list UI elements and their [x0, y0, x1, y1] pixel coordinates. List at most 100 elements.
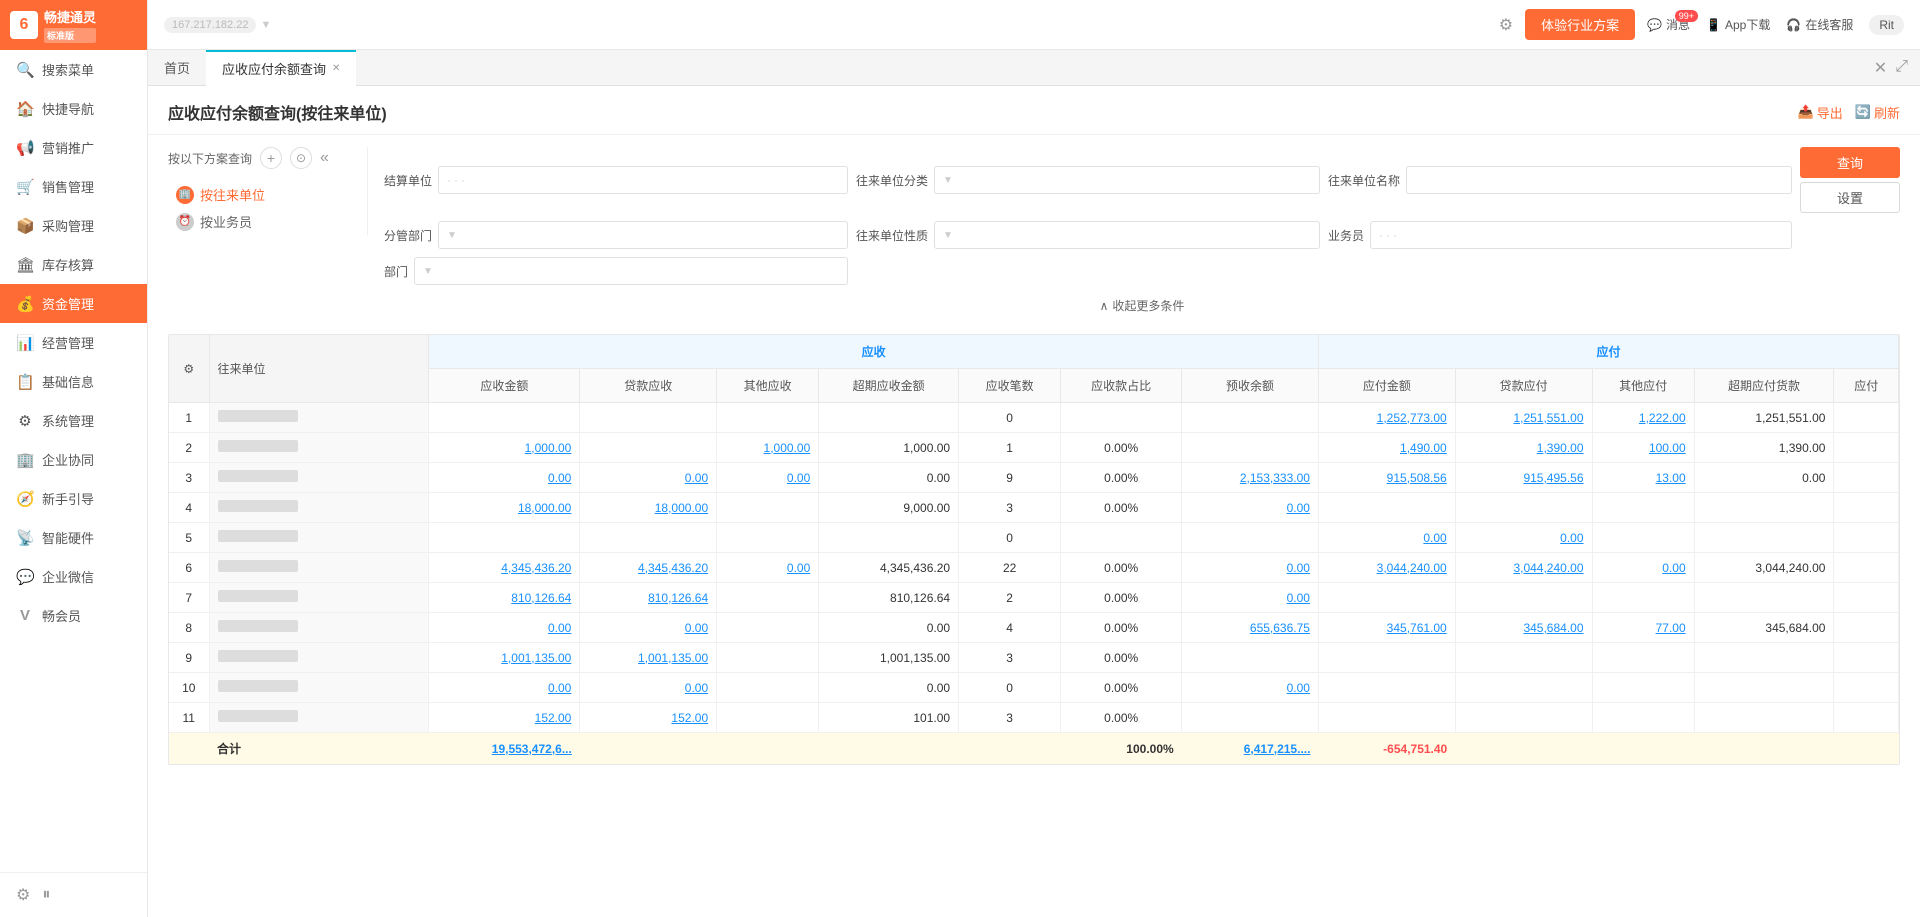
collapse-button[interactable]: ∧ 收起更多条件	[1088, 293, 1197, 318]
table-footer-row: 合计 19,553,472,6... 100.00% 6,417,215....…	[169, 733, 1899, 765]
tab-ar-balance[interactable]: 应收应付余额查询 ✕	[206, 50, 356, 86]
th-other-ap: 其他应付	[1592, 369, 1694, 403]
sidebar-item-enterprise[interactable]: 🏢 企业协同	[0, 440, 147, 479]
filter-target-button[interactable]: ⊙	[290, 147, 312, 169]
sidebar-item-guide[interactable]: 🧭 新手引导	[0, 479, 147, 518]
tabs: 首页 应收应付余额查询 ✕ ✕ ⤢	[148, 50, 1920, 86]
footer-empty	[169, 733, 209, 765]
user-menu[interactable]: Rit	[1869, 18, 1904, 32]
partner-name-cell	[209, 703, 429, 733]
filter-partner-label: 按往来单位	[200, 185, 265, 204]
table-row: 101,252,773.001,251,551.001,222.001,251,…	[169, 403, 1899, 433]
query-button[interactable]: 查询	[1800, 147, 1900, 178]
footer-collapse-icon[interactable]: ⏸	[42, 886, 50, 904]
sidebar-item-label: 销售管理	[42, 177, 94, 196]
messages-badge: 99+	[1675, 10, 1698, 22]
guide-icon: 🧭	[16, 490, 34, 508]
partner-name-cell	[209, 493, 429, 523]
salesman-icon: ⏰	[176, 213, 194, 231]
th-loan-ar: 贷款应收	[580, 369, 717, 403]
purchase-icon: 📦	[16, 217, 34, 235]
sidebar-item-member[interactable]: V 畅会员	[0, 596, 147, 635]
basic-info-icon: 📋	[16, 373, 34, 391]
hardware-icon: 📡	[16, 529, 34, 547]
sidebar-item-system[interactable]: ⚙ 系统管理	[0, 401, 147, 440]
header-gear-icon[interactable]: ⚙	[1499, 15, 1513, 35]
th-ar-amount: 应收金额	[429, 369, 580, 403]
partner-name-cell	[209, 433, 429, 463]
window-expand-icon[interactable]: ⤢	[1895, 58, 1908, 78]
footer-ar-amount[interactable]: 19,553,472,6...	[429, 733, 580, 765]
partner-category-label: 往来单位分类	[856, 172, 928, 189]
th-payable-group: 应付	[1318, 335, 1898, 369]
sidebar-item-operations[interactable]: 📊 经营管理	[0, 323, 147, 362]
filter-bar: 按以下方案查询 + ⊙ «	[168, 147, 355, 169]
filter-add-button[interactable]: +	[260, 147, 282, 169]
search-menu-icon: 🔍	[16, 61, 34, 79]
tab-ar-label: 应收应付余额查询	[222, 59, 326, 78]
sidebar-item-finance[interactable]: 💰 资金管理	[0, 284, 147, 323]
tab-close-icon[interactable]: ✕	[332, 63, 340, 74]
marketing-icon: 📢	[16, 139, 34, 157]
refresh-button[interactable]: 🔄 刷新	[1855, 103, 1900, 122]
messages-btn[interactable]: 💬 消息 99+	[1647, 16, 1690, 33]
dept-field: 部门 ▼	[384, 257, 848, 285]
partner-category-select[interactable]: ▼	[934, 166, 1320, 194]
partner-nature-select[interactable]: ▼	[934, 221, 1320, 249]
tab-home[interactable]: 首页	[148, 50, 206, 86]
table-row: 91,001,135.001,001,135.001,001,135.0030.…	[169, 643, 1899, 673]
system-icon: ⚙	[16, 412, 34, 430]
sidebar-item-label: 系统管理	[42, 411, 94, 430]
table-settings-icon[interactable]: ⚙	[183, 362, 194, 376]
filter-option-salesman[interactable]: ⏰ 按业务员	[168, 208, 355, 235]
sidebar-item-search[interactable]: 🔍 搜索菜单	[0, 50, 147, 89]
th-overdue-ap: 超期应付货款	[1694, 369, 1834, 403]
refresh-label: 刷新	[1874, 103, 1900, 122]
settings-button[interactable]: 设置	[1800, 182, 1900, 213]
sidebar-item-quicknav[interactable]: 🏠 快捷导航	[0, 89, 147, 128]
sidebar-item-basic-info[interactable]: 📋 基础信息	[0, 362, 147, 401]
dept-select[interactable]: ▼	[414, 257, 848, 285]
dept-manager-select[interactable]: ▼	[438, 221, 848, 249]
partner-category-field: 往来单位分类 ▼	[856, 166, 1320, 194]
header: 167.217.182.22 ▼ ⚙ 体验行业方案 💬 消息 99+ 📱 App…	[148, 0, 1920, 50]
service-icon: 🎧	[1786, 18, 1801, 32]
sidebar-item-inventory[interactable]: 🏛 库存核算	[0, 245, 147, 284]
sidebar-footer: ⚙ ⏸	[0, 872, 147, 917]
sidebar-item-purchase[interactable]: 📦 采购管理	[0, 206, 147, 245]
export-button[interactable]: 📤 导出	[1798, 103, 1843, 122]
sidebar-item-marketing[interactable]: 📢 营销推广	[0, 128, 147, 167]
partner-name-input[interactable]	[1406, 166, 1792, 194]
footer-advance-balance[interactable]: 6,417,215....	[1182, 733, 1319, 765]
table-row: 64,345,436.204,345,436.200.004,345,436.2…	[169, 553, 1899, 583]
filter-option-partner[interactable]: 🏢 按往来单位	[168, 181, 355, 208]
sidebar-item-sales[interactable]: 🛒 销售管理	[0, 167, 147, 206]
action-buttons: 查询 设置	[1800, 147, 1900, 213]
app-download-btn[interactable]: 📱 App下载	[1706, 16, 1770, 33]
member-icon: V	[16, 607, 34, 624]
online-service-btn[interactable]: 🎧 在线客服	[1786, 16, 1853, 33]
sidebar-logo: 6 畅捷通灵 标准版	[0, 0, 147, 50]
refresh-icon: 🔄	[1855, 104, 1871, 120]
tab-home-label: 首页	[164, 58, 190, 77]
inventory-icon: 🏛	[16, 256, 34, 274]
promo-button[interactable]: 体验行业方案	[1525, 9, 1635, 40]
filter-salesman-label: 按业务员	[200, 212, 252, 231]
tab-actions: ✕ ⤢	[1874, 58, 1920, 78]
footer-loan-ap	[1455, 733, 1592, 765]
partner-name-cell	[209, 673, 429, 703]
sidebar-item-label: 资金管理	[42, 294, 94, 313]
footer-other-ar	[717, 733, 819, 765]
sidebar-item-hardware[interactable]: 📡 智能硬件	[0, 518, 147, 557]
sidebar-item-wechat[interactable]: 💬 企业微信	[0, 557, 147, 596]
filter-collapse-button[interactable]: «	[320, 149, 329, 167]
footer-settings-icon[interactable]: ⚙	[16, 885, 30, 905]
filter-fields: 结算单位 ··· 往来单位分类 ▼ 往来单位名称	[368, 147, 1900, 322]
salesman-input[interactable]: ···	[1370, 221, 1792, 249]
sidebar-item-label: 快捷导航	[42, 99, 94, 118]
th-loan-ap: 贷款应付	[1455, 369, 1592, 403]
settlement-input[interactable]: ···	[438, 166, 848, 194]
sidebar-item-label: 畅会员	[42, 606, 81, 625]
window-close-icon[interactable]: ✕	[1874, 58, 1887, 78]
logo-edition: 标准版	[44, 28, 96, 43]
